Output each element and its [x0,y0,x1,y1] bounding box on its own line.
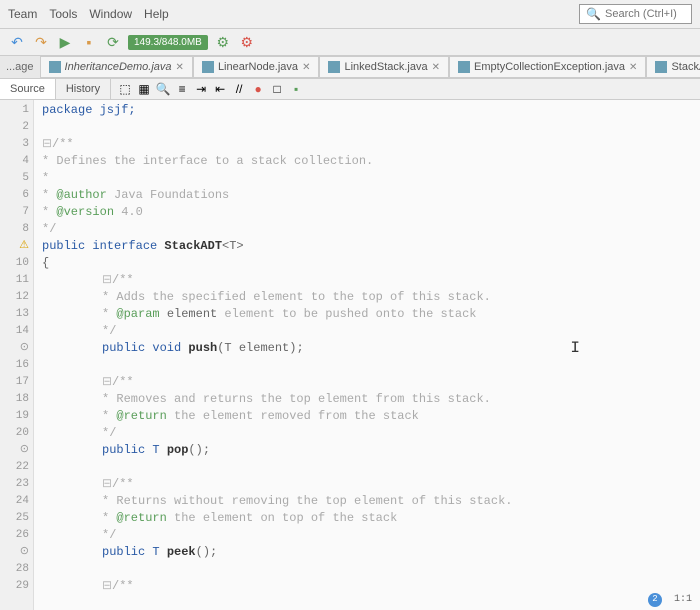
tab-empty-collection[interactable]: EmptyCollectionException.java✕ [449,56,646,78]
build-icon[interactable]: ▪ [80,33,98,51]
search-input[interactable] [605,8,685,20]
history-tab[interactable]: History [56,79,111,99]
tab-linked-stack[interactable]: LinkedStack.java✕ [319,56,449,78]
status-bar: 2 1:1 [648,589,692,610]
menu-tools[interactable]: Tools [49,7,77,21]
outdent-icon[interactable]: ⇤ [212,81,228,97]
file-tabs: ...age InheritanceDemo.java✕ LinearNode.… [0,56,700,79]
play-icon[interactable]: ▶ [56,33,74,51]
search-box[interactable]: 🔍 [579,4,692,24]
code-area[interactable]: package jsjf; ⊟/** * Defines the interfa… [34,100,700,610]
undo-icon[interactable]: ↶ [8,33,26,51]
java-file-icon [49,61,61,73]
java-file-icon [328,61,340,73]
bookmark-icon[interactable]: ● [250,81,266,97]
menu-team[interactable]: Team [8,7,37,21]
project-breadcrumb: ...age [0,57,40,77]
nav-fwd-icon[interactable]: ▦ [136,81,152,97]
editor-toolbar: Source History ⬚ ▦ 🔍 ≡ ⇥ ⇤ // ● □ ▪ [0,79,700,100]
close-icon[interactable]: ✕ [432,62,440,73]
java-file-icon [655,61,667,73]
memory-badge: 149.3/848.0MB [128,35,208,50]
notification-badge[interactable]: 2 [648,593,662,607]
comment-icon[interactable]: // [231,81,247,97]
cursor-position: 1:1 [674,591,692,608]
close-icon[interactable]: ✕ [629,62,637,73]
java-file-icon [202,61,214,73]
close-icon[interactable]: ✕ [176,62,184,73]
menu-help[interactable]: Help [144,7,169,21]
main-toolbar: ↶ ↷ ▶ ▪ ⟳ 149.3/848.0MB ⚙ ⚙ [0,29,700,56]
menu-bar: Team Tools Window Help [8,7,169,21]
menu-window[interactable]: Window [89,7,132,21]
stop-icon[interactable]: ▪ [288,81,304,97]
java-file-icon [458,61,470,73]
format-icon[interactable]: ≡ [174,81,190,97]
tab-inheritance-demo[interactable]: InheritanceDemo.java✕ [40,56,193,78]
search-icon: 🔍 [586,7,601,21]
text-cursor: I [570,340,580,357]
source-tab[interactable]: Source [0,79,56,99]
gear-icon[interactable]: ⚙ [214,33,232,51]
tab-stack-adt[interactable]: StackADT.java✕ [646,56,700,78]
gear2-icon[interactable]: ⚙ [238,33,256,51]
refresh-icon[interactable]: ⟳ [104,33,122,51]
line-gutter: 12345678 ⚠1011121314 ⊙1617181920 ⊙222324… [0,100,34,610]
redo-icon[interactable]: ↷ [32,33,50,51]
tab-linear-node[interactable]: LinearNode.java✕ [193,56,320,78]
nav-back-icon[interactable]: ⬚ [117,81,133,97]
find-icon[interactable]: 🔍 [155,81,171,97]
code-editor[interactable]: 12345678 ⚠1011121314 ⊙1617181920 ⊙222324… [0,100,700,610]
close-icon[interactable]: ✕ [302,62,310,73]
square-icon[interactable]: □ [269,81,285,97]
indent-icon[interactable]: ⇥ [193,81,209,97]
